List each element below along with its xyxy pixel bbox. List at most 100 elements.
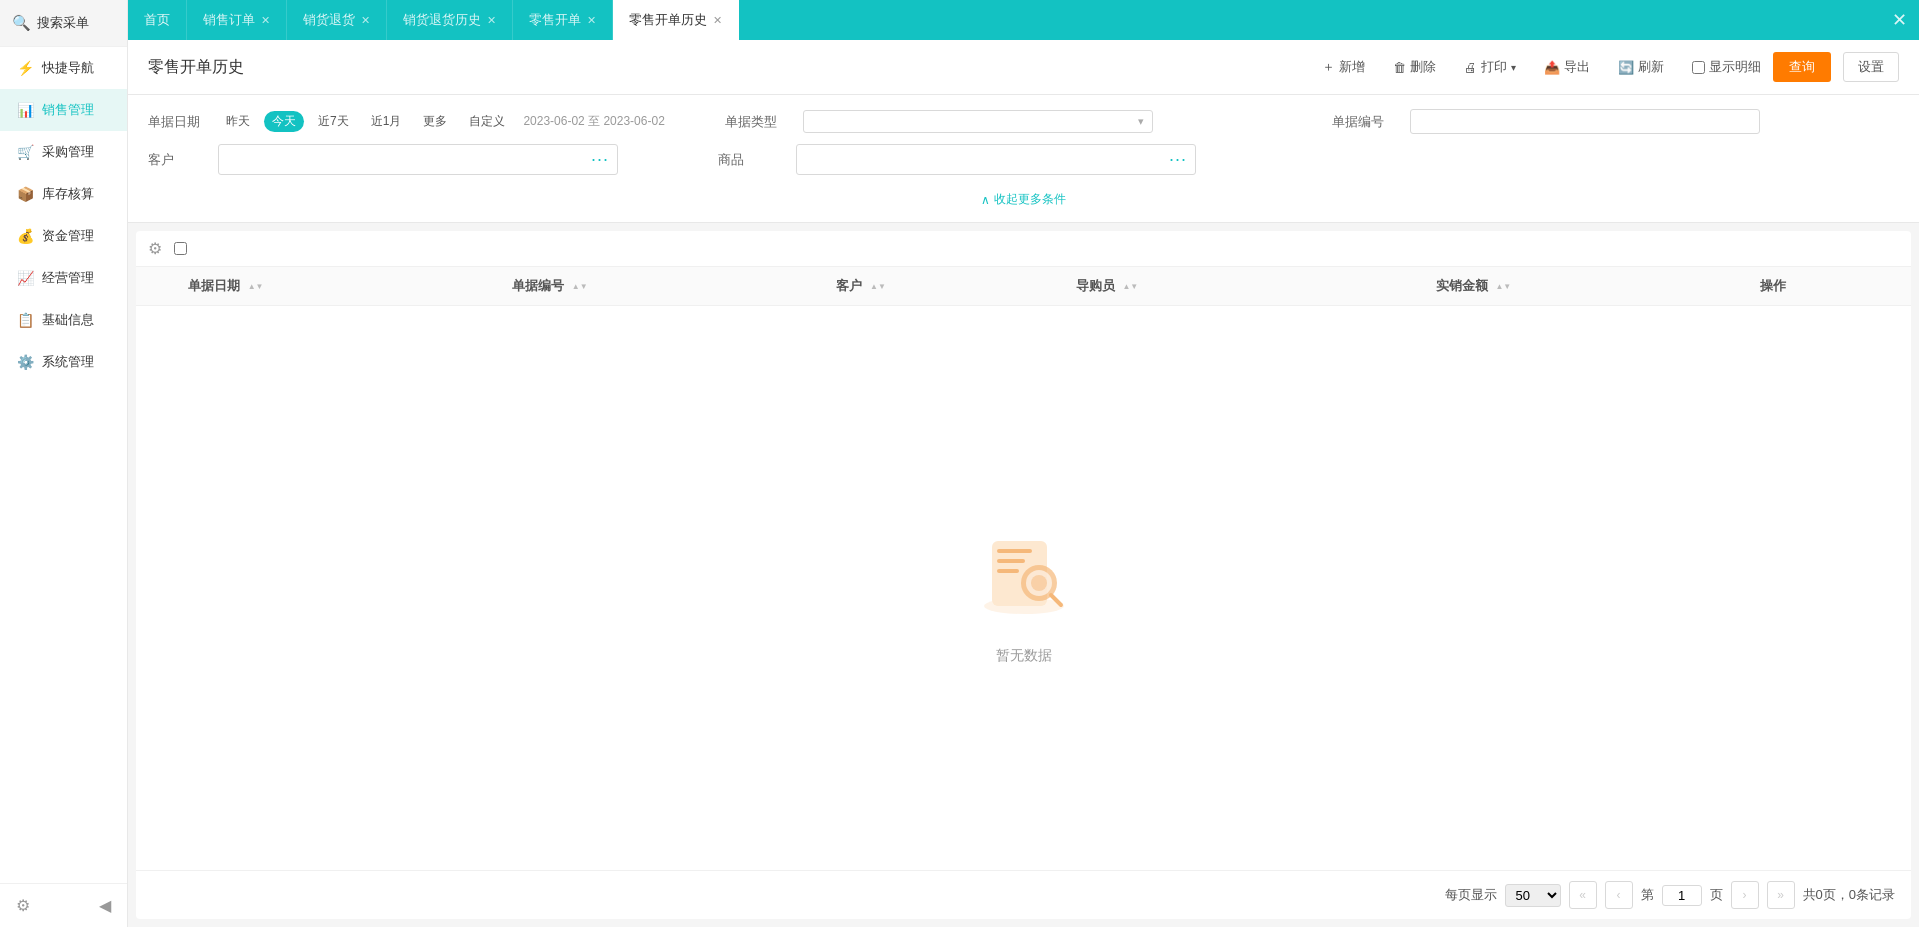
date-btn-1month[interactable]: 近1月 [363,111,410,132]
th-amount[interactable]: 实销金额 ▲▼ [1424,267,1748,306]
tab-sales-return-label: 销货退货 [303,11,355,29]
tab-sales-order[interactable]: 销售订单 ✕ [187,0,287,40]
inventory-icon: 📦 [16,185,34,203]
page-prev-btn[interactable]: ‹ [1605,881,1633,909]
sidebar-item-system[interactable]: ⚙️ 系统管理 [0,341,127,383]
refresh-button[interactable]: 🔄 刷新 [1610,54,1672,80]
sidebar-item-inventory[interactable]: 📦 库存核算 [0,173,127,215]
svg-rect-3 [997,559,1025,563]
table-settings-icon[interactable]: ⚙ [148,239,162,258]
window-close-btn[interactable]: ✕ [1892,11,1907,29]
data-table: 单据日期 ▲▼ 单据编号 ▲▼ 客户 ▲▼ 导购员 [136,267,1911,306]
tab-home[interactable]: 首页 [128,0,187,40]
display-setting-label: 显示明细 [1709,58,1761,76]
sidebar-settings-btn[interactable]: ⚙ [16,896,30,915]
tab-sales-return-close[interactable]: ✕ [361,15,370,26]
sidebar-item-label: 销售管理 [42,101,94,119]
select-all-checkbox[interactable] [174,242,187,255]
sidebar-item-finance[interactable]: 💰 资金管理 [0,215,127,257]
bill-type-select[interactable]: ▾ [803,110,1153,133]
delete-label: 删除 [1410,58,1436,76]
tab-sales-order-close[interactable]: ✕ [261,15,270,26]
sidebar-search-label: 搜索采单 [37,14,89,32]
tab-retail-open-close[interactable]: ✕ [587,15,596,26]
tab-sales-return[interactable]: 销货退货 ✕ [287,0,387,40]
quick-nav-icon: ⚡ [16,59,34,77]
sidebar-search[interactable]: 🔍 搜索采单 [0,0,127,47]
filter-area: 单据日期 昨天 今天 近7天 近1月 更多 自定义 2023-06-02 至 2… [128,95,1919,223]
tab-retail-open-history[interactable]: 零售开单历史 ✕ [613,0,739,40]
tab-retail-open[interactable]: 零售开单 ✕ [513,0,613,40]
table-toolbar: ⚙ [136,231,1911,267]
collapse-icon: ∧ [981,193,990,207]
sidebar-item-label: 系统管理 [42,353,94,371]
display-setting[interactable]: 显示明细 [1692,58,1761,76]
date-btn-today[interactable]: 今天 [264,111,304,132]
th-date[interactable]: 单据日期 ▲▼ [176,267,500,306]
page-size-select[interactable]: 50 100 200 [1505,884,1561,907]
tab-sales-return-history-close[interactable]: ✕ [487,15,496,26]
export-icon: 📤 [1544,60,1560,75]
sidebar-collapse-btn[interactable]: ◀ [99,896,111,915]
tab-retail-open-history-label: 零售开单历史 [629,11,707,29]
sort-icon-amount: ▲▼ [1495,283,1511,291]
sidebar-menu: ⚡ 快捷导航 📊 销售管理 🛒 采购管理 📦 库存核算 💰 资金管理 📈 经营管… [0,47,127,883]
page-label: 第 [1641,886,1654,904]
sort-icon-customer: ▲▼ [870,283,886,291]
page-last-btn[interactable]: » [1767,881,1795,909]
bill-no-input[interactable] [1410,109,1760,134]
page-next-btn[interactable]: › [1731,881,1759,909]
svg-rect-2 [997,549,1032,553]
bill-type-label: 单据类型 [725,113,795,131]
settings-button[interactable]: 设置 [1843,52,1899,82]
goods-select[interactable]: ··· [796,144,1196,175]
operations-icon: 📈 [16,269,34,287]
display-setting-checkbox[interactable] [1692,61,1705,74]
tab-sales-return-history-label: 销货退货历史 [403,11,481,29]
tab-retail-open-history-close[interactable]: ✕ [713,15,722,26]
customer-select[interactable]: ··· [218,144,618,175]
date-btn-custom[interactable]: 自定义 [461,111,513,132]
collapse-bar[interactable]: ∧ 收起更多条件 [148,185,1899,208]
content-area: 零售开单历史 ＋ 新增 🗑 删除 🖨 打印 ▾ 📤 导出 [128,40,1919,927]
purchase-mgmt-icon: 🛒 [16,143,34,161]
date-btn-yesterday[interactable]: 昨天 [218,111,258,132]
table-header-row: 单据日期 ▲▼ 单据编号 ▲▼ 客户 ▲▼ 导购员 [136,267,1911,306]
th-customer[interactable]: 客户 ▲▼ [824,267,1063,306]
tab-retail-open-label: 零售开单 [529,11,581,29]
page-input[interactable] [1662,885,1702,906]
tab-sales-return-history[interactable]: 销货退货历史 ✕ [387,0,513,40]
th-no[interactable]: 单据编号 ▲▼ [500,267,824,306]
query-button[interactable]: 查询 [1773,52,1831,82]
date-btn-more[interactable]: 更多 [415,111,455,132]
sort-icon-no: ▲▼ [572,283,588,291]
th-guide[interactable]: 导购员 ▲▼ [1064,267,1346,306]
toolbar: ＋ 新增 🗑 删除 🖨 打印 ▾ 📤 导出 🔄 [1314,52,1899,82]
add-button[interactable]: ＋ 新增 [1314,54,1373,80]
sidebar-item-label: 快捷导航 [42,59,94,77]
tab-sales-order-label: 销售订单 [203,11,255,29]
customer-filter-label: 客户 [148,151,218,169]
export-button[interactable]: 📤 导出 [1536,54,1598,80]
print-button[interactable]: 🖨 打印 ▾ [1456,54,1524,80]
goods-ellipsis[interactable]: ··· [1169,149,1187,170]
sidebar-item-operations[interactable]: 📈 经营管理 [0,257,127,299]
sidebar-item-basic-info[interactable]: 📋 基础信息 [0,299,127,341]
sidebar-item-label: 资金管理 [42,227,94,245]
sidebar-item-label: 基础信息 [42,311,94,329]
delete-button[interactable]: 🗑 删除 [1385,54,1444,80]
sort-icon-guide: ▲▼ [1122,283,1138,291]
date-btn-7days[interactable]: 近7天 [310,111,357,132]
sidebar-item-quick-nav[interactable]: ⚡ 快捷导航 [0,47,127,89]
pagination: 每页显示 50 100 200 « ‹ 第 页 › » 共0页，0条记录 [136,870,1911,919]
tab-bar-controls: ✕ [1892,0,1919,40]
date-filter-label: 单据日期 [148,113,218,131]
filter-row-2: 客户 ··· 商品 ··· [148,144,1899,175]
sidebar-item-purchase-mgmt[interactable]: 🛒 采购管理 [0,131,127,173]
page-first-btn[interactable]: « [1569,881,1597,909]
date-filter-group: 昨天 今天 近7天 近1月 更多 自定义 2023-06-02 至 2023-0… [218,111,665,132]
sidebar-item-sales-mgmt[interactable]: 📊 销售管理 [0,89,127,131]
sidebar-item-label: 库存核算 [42,185,94,203]
customer-ellipsis[interactable]: ··· [591,149,609,170]
print-icon: 🖨 [1464,60,1477,75]
